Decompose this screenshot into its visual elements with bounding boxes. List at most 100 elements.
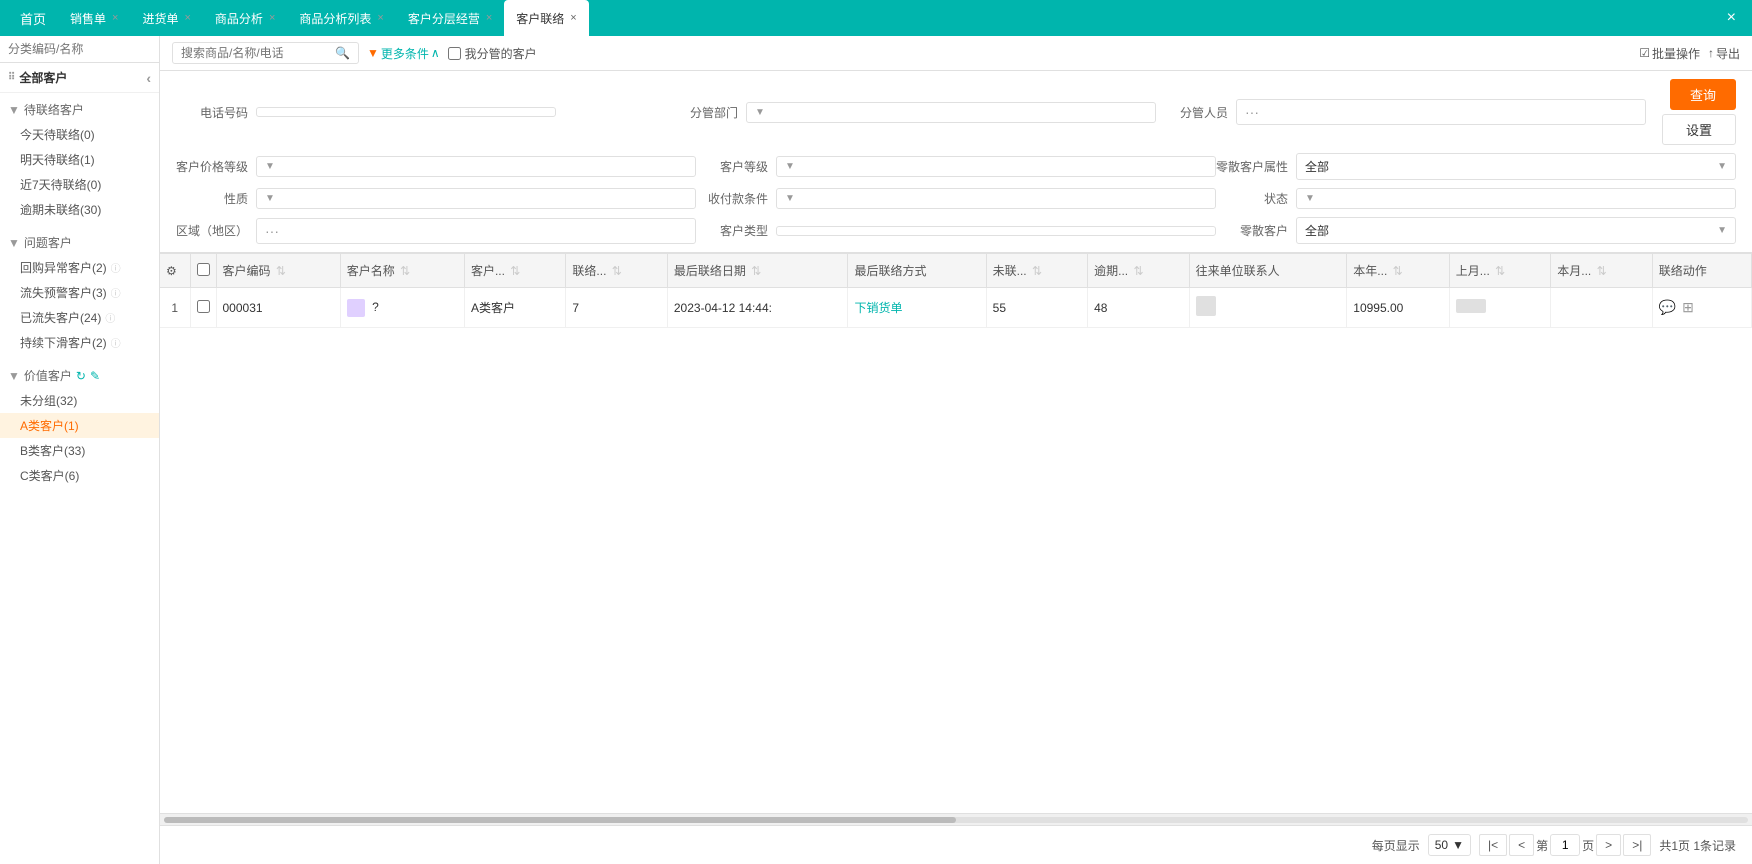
customer-type-input[interactable] (776, 226, 1216, 236)
sidebar-all-customers[interactable]: ⠿ 全部客户 ‹ (0, 63, 159, 93)
select-all-checkbox[interactable] (197, 263, 210, 276)
customer-level-input[interactable]: ▼ (776, 156, 1216, 177)
pagination: 每页显示 50 ▼ |< < 第 页 > >| 共1页 1条记录 (160, 825, 1752, 864)
table-row: 1 000031 ? A类客户 7 2023-04-1 (160, 288, 1752, 328)
data-table-container: ⚙ 客户编码 ⇅ 客户名称 ⇅ (160, 253, 1752, 813)
value-customers-title[interactable]: ▼ 价值客户 ↻ ✎ (0, 363, 159, 388)
nav-tab-sales[interactable]: 销售单 × (58, 0, 130, 36)
manager-label: 分管人员 (1156, 104, 1236, 121)
retail-customer-input[interactable]: 全部 ▼ (1296, 217, 1736, 244)
close-customer-tier-tab[interactable]: × (486, 12, 492, 24)
sidebar-item-a-class[interactable]: A类客户(1) (0, 413, 159, 438)
nav-tab-analysis-list[interactable]: 商品分析列表 × (287, 0, 395, 36)
settings-button[interactable]: 设置 (1662, 114, 1736, 145)
page-number-input[interactable] (1550, 834, 1580, 856)
dept-input[interactable]: ▼ (746, 102, 1156, 123)
problem-customers-title[interactable]: ▼ 问题客户 (0, 230, 159, 255)
customer-level-field: 客户等级 ▼ (696, 156, 1216, 177)
sidebar-item-today[interactable]: 今天待联络(0) (0, 122, 159, 147)
row-this-month (1551, 288, 1652, 328)
manager-input[interactable]: ··· (1236, 99, 1646, 125)
qr-icon[interactable]: ⊞ (1682, 299, 1694, 316)
last-month-placeholder (1456, 299, 1486, 313)
per-page-select[interactable]: 50 ▼ (1428, 834, 1471, 856)
row-last-contact-method[interactable]: 下销货单 (848, 288, 986, 328)
close-purchase-tab[interactable]: × (184, 12, 190, 24)
nav-tab-customer-tier[interactable]: 客户分层经营 × (396, 0, 504, 36)
sort-icon8: ⇅ (1393, 264, 1403, 278)
scroll-thumb[interactable] (164, 817, 956, 823)
customer-type-label: 客户类型 (696, 222, 776, 239)
horizontal-scrollbar[interactable] (160, 813, 1752, 825)
sidebar-item-declining[interactable]: 持续下滑客户(2) ⓘ (0, 330, 159, 355)
nav-home[interactable]: 首页 (8, 9, 58, 28)
close-analysis-tab[interactable]: × (269, 12, 275, 24)
first-page-button[interactable]: |< (1479, 834, 1507, 856)
payment-input[interactable]: ▼ (776, 188, 1216, 209)
status-input[interactable]: ▼ (1296, 188, 1736, 209)
settings-gear-icon[interactable]: ⚙ (166, 264, 177, 278)
region-label: 区域（地区） (176, 222, 256, 239)
nature-input[interactable]: ▼ (256, 188, 696, 209)
sidebar-item-7days[interactable]: 近7天待联络(0) (0, 172, 159, 197)
region-input[interactable]: ··· (256, 218, 696, 244)
price-level-label: 客户价格等级 (176, 158, 256, 175)
close-window-button[interactable]: × (1719, 9, 1744, 27)
nav-tab-customer-contact[interactable]: 客户联络 × (504, 0, 588, 36)
settings-col[interactable]: ⚙ (160, 254, 190, 288)
query-button[interactable]: 查询 (1670, 79, 1736, 110)
content-area: 🔍 ▼ 更多条件 ∧ 我分管的客户 ☑ 批量操作 ↑ 导出 (160, 36, 1752, 864)
nav-tab-analysis[interactable]: 商品分析 × (203, 0, 287, 36)
last-page-button[interactable]: >| (1623, 834, 1651, 856)
filter-bar: 🔍 ▼ 更多条件 ∧ 我分管的客户 ☑ 批量操作 ↑ 导出 (160, 36, 1752, 71)
refresh-icon[interactable]: ↻ (76, 369, 86, 383)
search-icon[interactable]: 🔍 (335, 46, 350, 60)
top-actions: ☑ 批量操作 ↑ 导出 (1639, 45, 1740, 62)
chevron-icon: ▼ (265, 161, 275, 172)
close-sales-tab[interactable]: × (112, 12, 118, 24)
collapse-icon[interactable]: ‹ (146, 70, 151, 86)
row-actions: 💬 ⊞ (1652, 288, 1751, 328)
col-overdue: 逾期... ⇅ (1088, 254, 1189, 288)
price-level-input[interactable]: ▼ (256, 156, 696, 177)
sidebar-item-loss-warning[interactable]: 流失预警客户(3) ⓘ (0, 280, 159, 305)
retail-attr-input[interactable]: 全部 ▼ (1296, 153, 1736, 180)
pending-contact-title[interactable]: ▼ 待联络客户 (0, 97, 159, 122)
col-this-month: 本月... ⇅ (1551, 254, 1652, 288)
sort-icon2: ⇅ (400, 264, 410, 278)
edit-icon[interactable]: ✎ (90, 369, 100, 383)
main-search-input[interactable] (181, 46, 331, 60)
scroll-track[interactable] (164, 817, 1748, 823)
next-page-button[interactable]: > (1596, 834, 1621, 856)
nature-field: 性质 ▼ (176, 188, 696, 209)
row-checkbox-cell[interactable] (190, 288, 216, 328)
sidebar-search-input[interactable] (8, 42, 160, 56)
sidebar-item-b-class[interactable]: B类客户(33) (0, 438, 159, 463)
phone-input[interactable] (256, 107, 556, 117)
col-related-contact: 往来单位联系人 (1189, 254, 1347, 288)
close-customer-contact-tab[interactable]: × (570, 12, 576, 24)
sidebar-item-repurchase-abnormal[interactable]: 回购异常客户(2) ⓘ (0, 255, 159, 280)
sidebar-item-unclassified[interactable]: 未分组(32) (0, 388, 159, 413)
retail-attr-field: 零散客户属性 全部 ▼ (1216, 153, 1736, 180)
my-customers-checkbox[interactable] (448, 47, 461, 60)
export-button[interactable]: ↑ 导出 (1708, 45, 1740, 62)
sidebar-item-tomorrow[interactable]: 明天待联络(1) (0, 147, 159, 172)
batch-action-button[interactable]: ☑ 批量操作 (1639, 45, 1700, 62)
sidebar: 🔍 ⠿ 全部客户 ‹ ▼ 待联络客户 今天待联络(0) 明天待联络(1) 近7天… (0, 36, 160, 864)
close-analysis-list-tab[interactable]: × (377, 12, 383, 24)
row-checkbox[interactable] (197, 300, 210, 313)
chevron-icon3: ▼ (1717, 161, 1727, 172)
last-contact-link[interactable]: 下销货单 (854, 301, 902, 315)
chat-icon[interactable]: 💬 (1659, 299, 1676, 316)
batch-icon: ☑ (1639, 46, 1650, 60)
sidebar-item-c-class[interactable]: C类客户(6) (0, 463, 159, 488)
prev-page-button[interactable]: < (1509, 834, 1534, 856)
sort-icon9: ⇅ (1495, 264, 1505, 278)
nav-tab-purchase[interactable]: 进货单 × (130, 0, 202, 36)
sidebar-item-lost[interactable]: 已流失客户(24) ⓘ (0, 305, 159, 330)
sidebar-item-overdue[interactable]: 逾期未联络(30) (0, 197, 159, 222)
manager-field: 分管人员 ··· (1156, 99, 1646, 125)
checkbox-col[interactable] (190, 254, 216, 288)
more-conditions-button[interactable]: ▼ 更多条件 ∧ (367, 45, 440, 62)
